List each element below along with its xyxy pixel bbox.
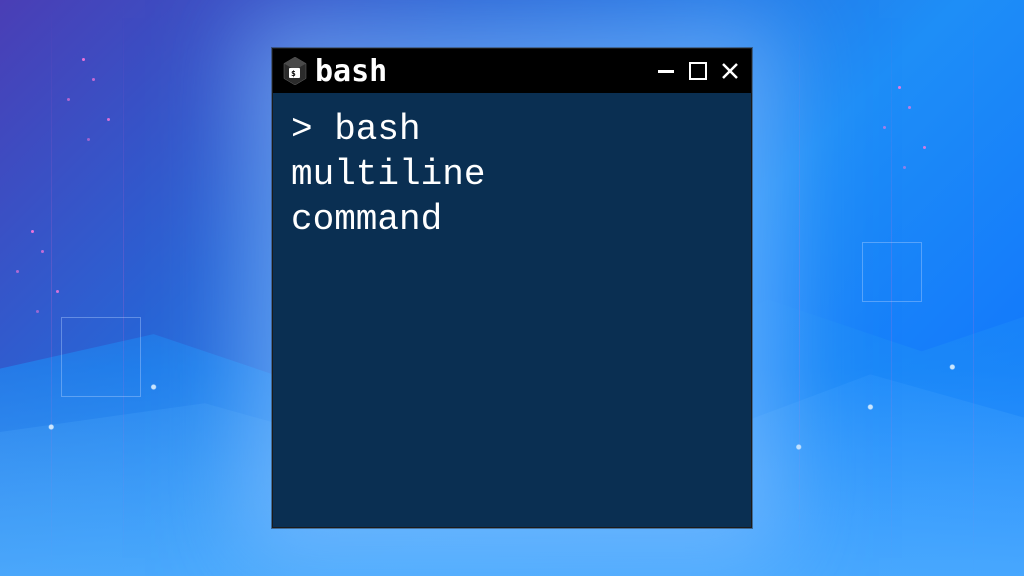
bash-icon: $ xyxy=(283,57,307,85)
bg-square xyxy=(862,242,922,302)
window-title: bash xyxy=(315,54,387,89)
terminal-window: $ bash > bash multiline command xyxy=(272,48,752,528)
bg-dots xyxy=(82,58,85,61)
terminal-content: > bash multiline command xyxy=(291,109,485,240)
minimize-button[interactable] xyxy=(655,60,677,82)
titlebar-left: $ bash xyxy=(283,54,387,89)
titlebar[interactable]: $ bash xyxy=(273,49,751,93)
maximize-button[interactable] xyxy=(687,60,709,82)
svg-text:$: $ xyxy=(291,69,296,78)
terminal-body[interactable]: > bash multiline command xyxy=(273,93,751,527)
window-controls xyxy=(655,60,741,82)
close-button[interactable] xyxy=(719,60,741,82)
